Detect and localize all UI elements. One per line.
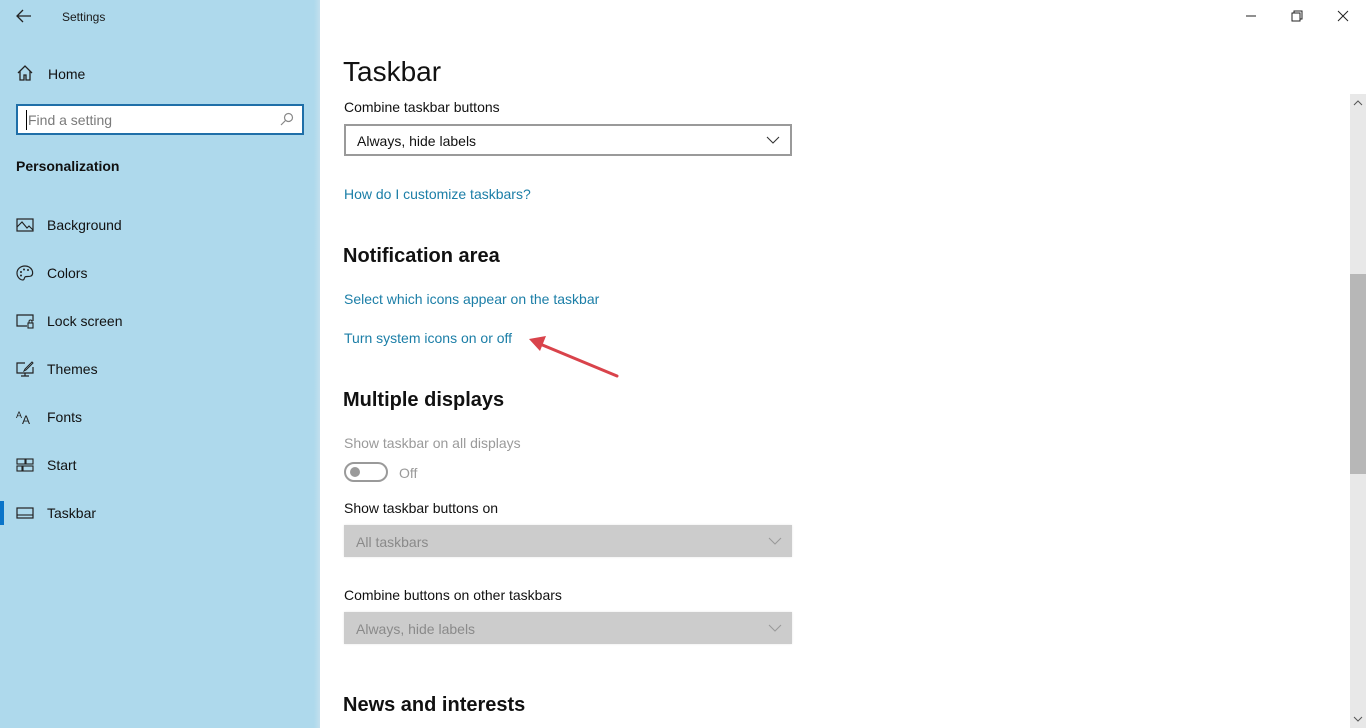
multiple-displays-heading: Multiple displays — [343, 389, 505, 411]
show-taskbar-all-displays-toggle[interactable] — [344, 462, 388, 482]
sidebar-item-fonts[interactable]: AA Fonts — [0, 397, 320, 437]
sidebar-item-label: Taskbar — [47, 505, 97, 521]
close-button[interactable] — [1320, 0, 1366, 32]
sidebar-item-colors[interactable]: Colors — [0, 253, 320, 293]
select-icons-link[interactable]: Select which icons appear on the taskbar — [344, 291, 599, 307]
customize-taskbars-link[interactable]: How do I customize taskbars? — [344, 186, 531, 202]
chevron-down-icon — [1353, 716, 1363, 722]
toggle-state-label: Off — [399, 465, 418, 481]
scrollbar-thumb[interactable] — [1350, 274, 1366, 474]
scroll-up-button[interactable] — [1350, 94, 1366, 112]
app-title: Settings — [62, 10, 106, 24]
back-button[interactable] — [10, 4, 38, 28]
lock-screen-icon — [16, 314, 34, 329]
combine-buttons-other-taskbars-dropdown[interactable]: Always, hide labels — [344, 612, 792, 644]
combine-taskbar-buttons-label: Combine taskbar buttons — [344, 99, 500, 115]
minimize-button[interactable] — [1228, 0, 1274, 32]
restore-button[interactable] — [1274, 0, 1320, 32]
combine-taskbar-buttons-dropdown[interactable]: Always, hide labels — [344, 124, 792, 156]
sidebar-item-label: Colors — [47, 265, 88, 281]
sidebar: Settings Home Personalization Background… — [0, 0, 320, 728]
vertical-scrollbar[interactable] — [1350, 94, 1366, 728]
sidebar-item-label: Fonts — [47, 409, 83, 425]
notification-area-heading: Notification area — [343, 245, 500, 267]
fonts-icon: AA — [16, 410, 30, 425]
themes-icon — [16, 361, 34, 377]
section-heading: Personalization — [16, 158, 120, 174]
news-and-interests-heading: News and interests — [343, 694, 526, 716]
dropdown-value: Always, hide labels — [357, 133, 477, 149]
search-box[interactable] — [16, 104, 304, 135]
sidebar-item-lock-screen[interactable]: Lock screen — [0, 301, 320, 341]
sidebar-home[interactable]: Home — [0, 58, 320, 88]
taskbar-icon — [16, 507, 34, 519]
page-title: Taskbar — [343, 56, 442, 87]
search-input[interactable] — [26, 110, 266, 130]
active-indicator — [0, 501, 4, 525]
sidebar-item-label: Lock screen — [47, 313, 123, 329]
combine-buttons-other-taskbars-label: Combine buttons on other taskbars — [344, 587, 562, 603]
sidebar-item-label: Background — [47, 217, 122, 233]
restore-icon — [1291, 10, 1303, 22]
sidebar-item-background[interactable]: Background — [0, 205, 320, 245]
system-icons-link[interactable]: Turn system icons on or off — [344, 330, 512, 346]
show-taskbar-buttons-on-label: Show taskbar buttons on — [344, 500, 499, 516]
show-taskbar-buttons-on-dropdown[interactable]: All taskbars — [344, 525, 792, 557]
palette-icon — [16, 265, 34, 281]
home-icon — [17, 65, 33, 81]
sidebar-item-taskbar[interactable]: Taskbar — [0, 493, 320, 533]
sidebar-item-label: Themes — [47, 361, 98, 377]
sidebar-item-label: Start — [47, 457, 77, 473]
show-taskbar-all-displays-label: Show taskbar on all displays — [344, 435, 521, 451]
picture-icon — [16, 218, 34, 232]
chevron-down-icon — [768, 624, 782, 632]
title-bar: Settings — [0, 0, 320, 32]
start-icon — [16, 458, 34, 472]
toggle-knob — [350, 467, 360, 477]
search-icon[interactable] — [280, 112, 294, 126]
scroll-down-button[interactable] — [1350, 710, 1366, 728]
svg-text:A: A — [22, 413, 30, 425]
dropdown-value: All taskbars — [356, 534, 429, 550]
close-icon — [1337, 10, 1349, 22]
chevron-down-icon — [766, 136, 780, 144]
back-arrow-icon — [16, 9, 31, 23]
sidebar-item-start[interactable]: Start — [0, 445, 320, 485]
sidebar-item-themes[interactable]: Themes — [0, 349, 320, 389]
minimize-icon — [1246, 15, 1256, 17]
home-label: Home — [48, 66, 86, 82]
chevron-down-icon — [768, 537, 782, 545]
chevron-up-icon — [1353, 100, 1363, 106]
dropdown-value: Always, hide labels — [356, 621, 476, 637]
